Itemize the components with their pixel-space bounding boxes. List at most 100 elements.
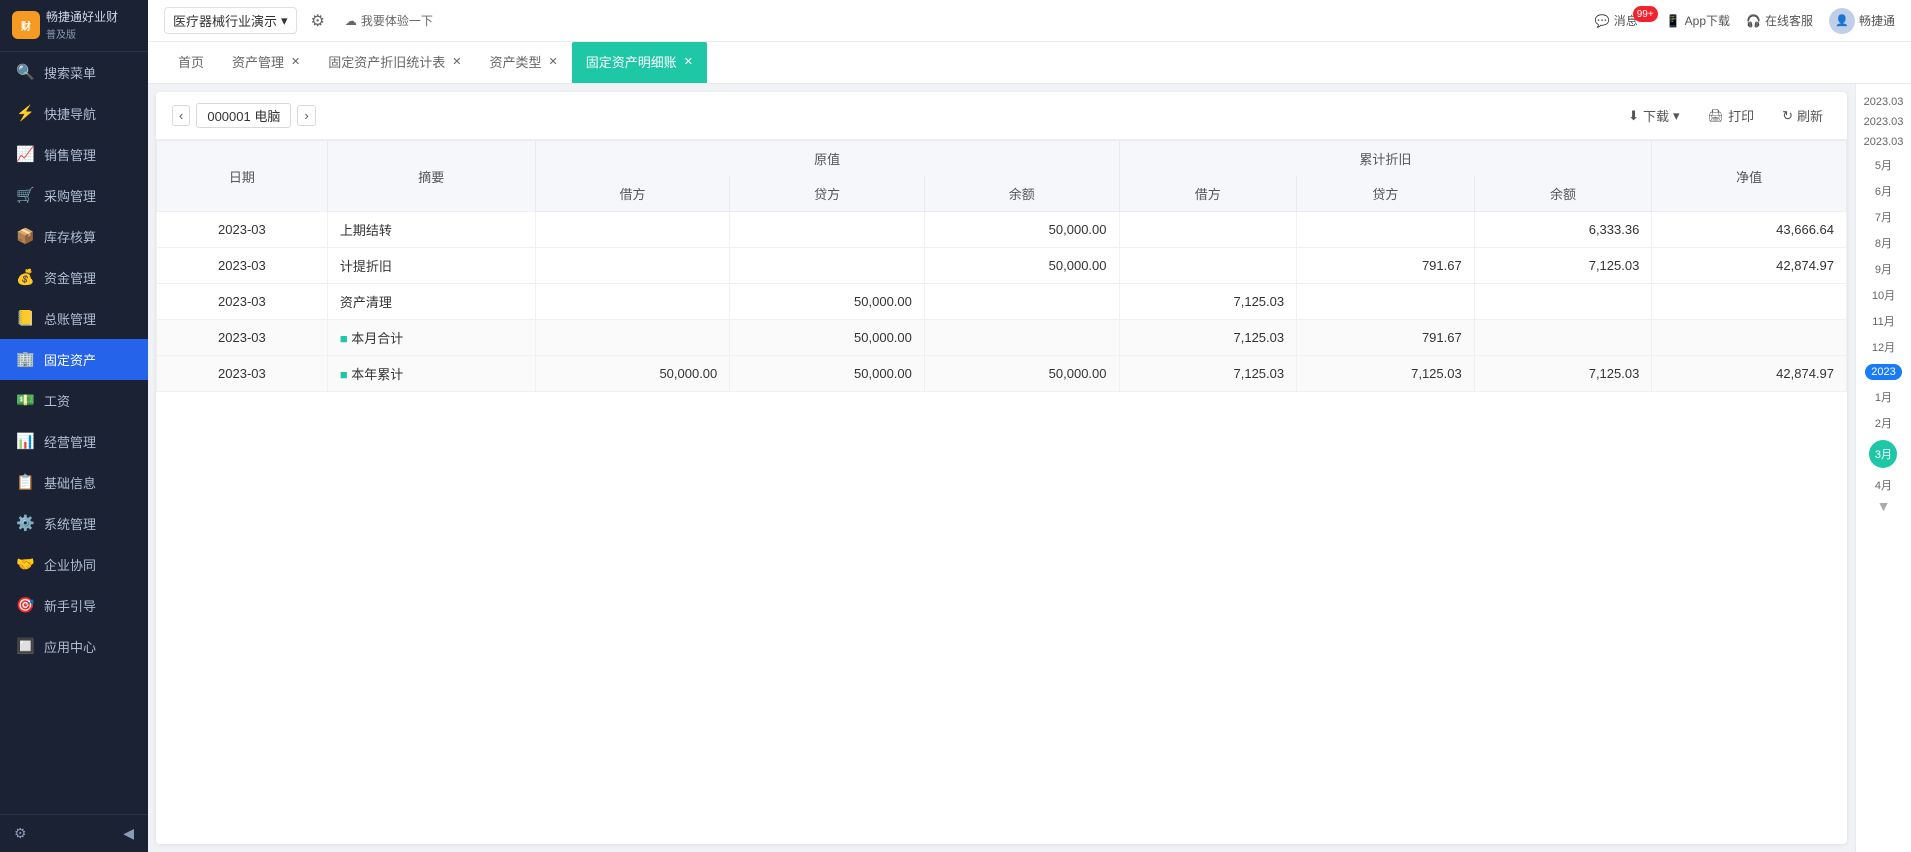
- sidebar-logo: 财 畅捷通好业财 普及版: [0, 0, 148, 52]
- sidebar-item-operations[interactable]: 📊 经营管理: [0, 421, 148, 462]
- download-button[interactable]: ⬇ 下载 ▾: [1620, 102, 1687, 129]
- col-net-value: 净值: [1652, 141, 1847, 212]
- cell-orig-balance: 50,000.00: [924, 356, 1119, 392]
- fixed-assets-icon: 🏢: [16, 350, 34, 368]
- sidebar-item-fixed-assets[interactable]: 🏢 固定资产: [0, 339, 148, 380]
- rp-month-item[interactable]: 6月: [1864, 178, 1904, 204]
- message-icon: 💬: [1595, 14, 1610, 28]
- cell-acc-balance: [1474, 284, 1652, 320]
- ledger-icon: 📒: [16, 309, 34, 327]
- sidebar-item-finance[interactable]: 💰 资金管理: [0, 257, 148, 298]
- inventory-icon: 📦: [16, 227, 34, 245]
- sidebar-item-sales[interactable]: 📈 销售管理: [0, 134, 148, 175]
- rp-month-item[interactable]: 10月: [1864, 282, 1904, 308]
- basic-info-icon: 📋: [16, 473, 34, 491]
- print-button[interactable]: 🖨 打印: [1700, 102, 1763, 129]
- tab-home[interactable]: 首页: [164, 42, 218, 83]
- rp-year-badge[interactable]: 2023: [1864, 360, 1904, 384]
- sidebar-item-label: 库存核算: [44, 227, 96, 246]
- experience-link[interactable]: ☁ 我要体验一下: [345, 12, 433, 29]
- guide-icon: 🎯: [16, 596, 34, 614]
- tab-asset-mgmt[interactable]: 资产管理 ✕: [218, 42, 314, 83]
- panel-actions: ⬇ 下载 ▾ 🖨 打印 ↻ 刷新: [1620, 102, 1831, 129]
- sidebar-item-basic-info[interactable]: 📋 基础信息: [0, 462, 148, 503]
- sidebar-item-ledger[interactable]: 📒 总账管理: [0, 298, 148, 339]
- sidebar-item-label: 搜索菜单: [44, 63, 96, 82]
- sidebar: 财 畅捷通好业财 普及版 🔍 搜索菜单 ⚡ 快捷导航 📈 销售管理 🛒 采购管理…: [0, 0, 148, 852]
- operations-icon: 📊: [16, 432, 34, 450]
- tab-asset-type[interactable]: 资产类型 ✕: [475, 42, 571, 83]
- sidebar-item-guide[interactable]: 🎯 新手引导: [0, 585, 148, 626]
- rp-month-item[interactable]: 7月: [1864, 204, 1904, 230]
- rp-active-month[interactable]: 3月: [1864, 438, 1904, 470]
- app-download-button[interactable]: 📱 App下载: [1666, 12, 1730, 29]
- right-timeline-panel: 2023.03 2023.03 2023.035月6月7月8月9月10月11月1…: [1855, 84, 1911, 852]
- tab-home-label: 首页: [178, 52, 204, 71]
- cell-orig-debit: [535, 284, 730, 320]
- cell-orig-balance: [924, 320, 1119, 356]
- settings-icon[interactable]: ⚙: [14, 825, 27, 842]
- cell-date: 2023-03: [157, 284, 328, 320]
- rp-month-item[interactable]: 12月: [1864, 334, 1904, 360]
- sidebar-item-label: 采购管理: [44, 186, 96, 205]
- rp-month-item[interactable]: 9月: [1864, 256, 1904, 282]
- user-profile[interactable]: 👤 畅捷通: [1829, 8, 1895, 34]
- tab-asset-detail-label: 固定资产明细账: [586, 52, 677, 71]
- app-center-icon: 🔲: [16, 637, 34, 655]
- content-area: ‹ 000001 电脑 › ⬇ 下载 ▾ 🖨 打印 ↻: [148, 84, 1911, 852]
- settings-button[interactable]: ⚙: [311, 11, 325, 31]
- message-button[interactable]: 💬 消息 99+: [1595, 12, 1650, 29]
- tab-depreciation-stats-label: 固定资产折旧统计表: [328, 52, 445, 71]
- rp-month-item[interactable]: 1月: [1864, 384, 1904, 410]
- sidebar-item-label: 经营管理: [44, 432, 96, 451]
- experience-label: 我要体验一下: [361, 12, 433, 29]
- table-row: 2023-03 计提折旧 50,000.00 791.67 7,125.03 4…: [157, 248, 1847, 284]
- col-accumulated-depreciation: 累计折旧: [1119, 141, 1652, 177]
- sales-icon: 📈: [16, 145, 34, 163]
- sidebar-item-inventory[interactable]: 📦 库存核算: [0, 216, 148, 257]
- system-icon: ⚙️: [16, 514, 34, 532]
- rp-month-item[interactable]: 5月: [1864, 152, 1904, 178]
- col-acc-credit: 贷方: [1297, 176, 1475, 212]
- tab-asset-detail[interactable]: 固定资产明细账 ✕: [572, 42, 707, 83]
- cell-date: 2023-03: [157, 356, 328, 392]
- download-icon: 📱: [1666, 14, 1681, 28]
- rp-expand-icon[interactable]: ▼: [1877, 498, 1891, 514]
- rp-month-item[interactable]: 2月: [1864, 410, 1904, 436]
- sidebar-item-quick-nav[interactable]: ⚡ 快捷导航: [0, 93, 148, 134]
- rp-month-header: 2023.03: [1864, 132, 1904, 152]
- ledger-table: 日期 摘要 原值 累计折旧 净值 借方 贷方 余额 借方 贷方 余额: [156, 140, 1847, 392]
- cell-date: 2023-03: [157, 212, 328, 248]
- refresh-button[interactable]: ↻ 刷新: [1774, 102, 1831, 129]
- collapse-sidebar-icon[interactable]: ◀: [123, 825, 134, 842]
- rp-month-item[interactable]: 4月: [1864, 472, 1904, 498]
- customer-service-button[interactable]: 🎧 在线客服: [1746, 12, 1813, 29]
- col-acc-balance: 余额: [1474, 176, 1652, 212]
- sidebar-item-enterprise[interactable]: 🤝 企业协同: [0, 544, 148, 585]
- cell-acc-debit: [1119, 212, 1297, 248]
- rp-month-item[interactable]: 11月: [1864, 308, 1904, 334]
- tab-depreciation-stats[interactable]: 固定资产折旧统计表 ✕: [314, 42, 475, 83]
- next-asset-button[interactable]: ›: [297, 105, 315, 126]
- ledger-table-wrapper: 日期 摘要 原值 累计折旧 净值 借方 贷方 余额 借方 贷方 余额: [156, 140, 1847, 844]
- cell-net-value: 42,874.97: [1652, 356, 1847, 392]
- sidebar-item-label: 基础信息: [44, 473, 96, 492]
- company-selector[interactable]: 医疗器械行业演示 ▾: [164, 7, 297, 34]
- avatar: 👤: [1829, 8, 1855, 34]
- sidebar-item-search[interactable]: 🔍 搜索菜单: [0, 52, 148, 93]
- tab-asset-mgmt-close[interactable]: ✕: [291, 55, 300, 68]
- sidebar-item-system[interactable]: ⚙️ 系统管理: [0, 503, 148, 544]
- table-row: 2023-03 资产清理 50,000.00 7,125.03: [157, 284, 1847, 320]
- tab-depreciation-stats-close[interactable]: ✕: [452, 55, 461, 68]
- table-row: 2023-03 ■ 本年累计 50,000.00 50,000.00 50,00…: [157, 356, 1847, 392]
- prev-asset-button[interactable]: ‹: [172, 105, 190, 126]
- main-content: 医疗器械行业演示 ▾ ⚙ ☁ 我要体验一下 💬 消息 99+ 📱 App下载 🎧…: [148, 0, 1911, 852]
- download-label: 下载: [1643, 106, 1669, 125]
- tab-asset-detail-close[interactable]: ✕: [684, 55, 693, 68]
- sidebar-item-app-center[interactable]: 🔲 应用中心: [0, 626, 148, 667]
- rp-month-item[interactable]: 8月: [1864, 230, 1904, 256]
- tab-asset-type-close[interactable]: ✕: [549, 55, 558, 68]
- sidebar-item-payroll[interactable]: 💵 工资: [0, 380, 148, 421]
- sidebar-item-purchase[interactable]: 🛒 采购管理: [0, 175, 148, 216]
- sidebar-item-label: 应用中心: [44, 637, 96, 656]
